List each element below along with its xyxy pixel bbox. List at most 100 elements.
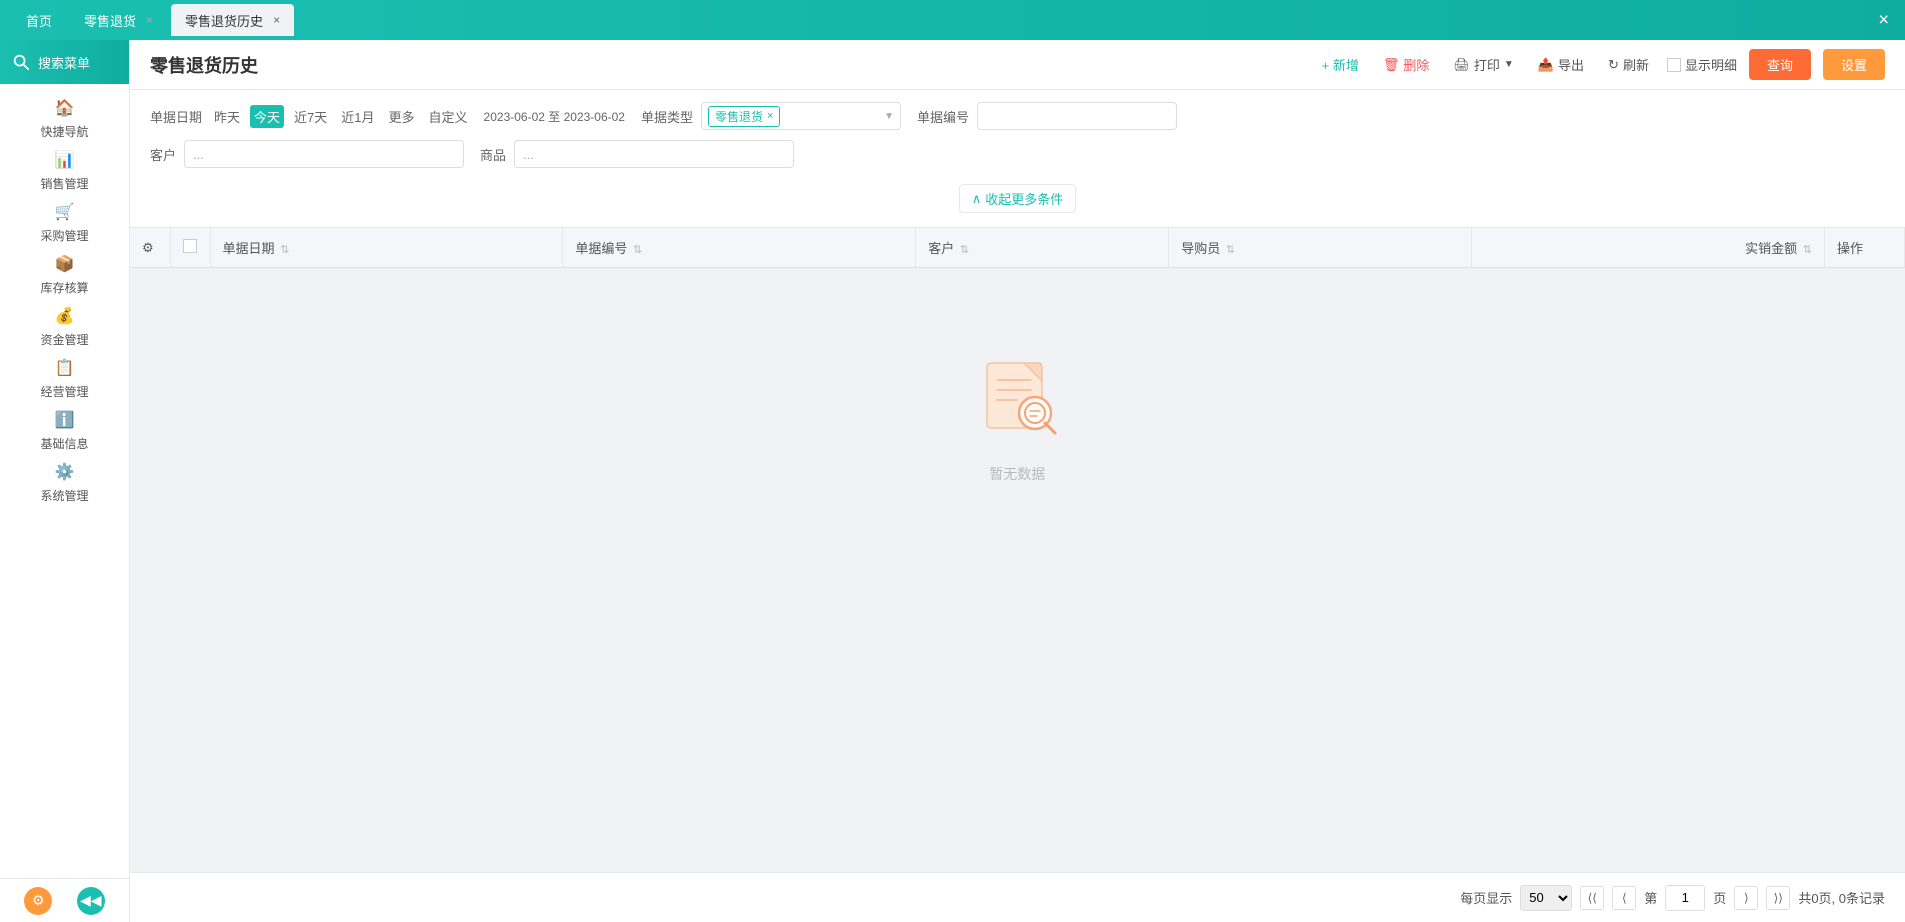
delete-button[interactable]: 🗑 删除: [1377, 51, 1436, 78]
th-doc-date[interactable]: 单据日期 ⇅: [210, 228, 563, 268]
th-settings[interactable]: ⚙: [130, 228, 170, 268]
system-icon: ⚙️: [54, 461, 76, 483]
tab-home[interactable]: 首页: [12, 4, 66, 36]
sidebar-bottom: ⚙ ◀◀: [0, 878, 129, 922]
basic-info-icon: ℹ️: [54, 409, 76, 431]
new-label: + 新增: [1322, 55, 1359, 74]
new-button[interactable]: + 新增: [1316, 51, 1365, 78]
refresh-icon: ↻: [1608, 57, 1619, 73]
export-icon: 📤: [1538, 57, 1554, 73]
settings-icon[interactable]: ⚙: [142, 240, 154, 255]
filter-area: 单据日期 昨天 今天 近7天 近1月 更多 自定义 2023-06-02 至 2…: [130, 90, 1905, 228]
tab-home-label: 首页: [26, 11, 52, 30]
table-area: ⚙ 单据日期 ⇅ 单据编号 ⇅: [130, 228, 1905, 872]
th-guide-sort-icon: ⇅: [1226, 244, 1235, 256]
date-shortcut-yesterday[interactable]: 昨天: [210, 105, 244, 128]
sidebar-item-finance-label: 资金管理: [40, 331, 88, 348]
collapse-filter-button[interactable]: ∧ 收起更多条件: [959, 184, 1077, 213]
print-arrow-icon: ▼: [1504, 59, 1514, 70]
display-detail-checkbox[interactable]: [1667, 58, 1681, 72]
th-guide-label: 导购员: [1181, 241, 1220, 256]
th-guide[interactable]: 导购员 ⇅: [1169, 228, 1472, 268]
date-filter-label: 单据日期: [150, 107, 202, 126]
print-button[interactable]: 🖨 打印 ▼: [1447, 51, 1519, 78]
sidebar-item-basic-info[interactable]: ℹ️ 基础信息: [0, 404, 129, 456]
date-shortcut-today[interactable]: 今天: [250, 105, 284, 128]
speaker-bottom-btn[interactable]: ◀◀: [77, 887, 105, 915]
filter-row-1: 单据日期 昨天 今天 近7天 近1月 更多 自定义 2023-06-02 至 2…: [150, 102, 1885, 130]
doc-no-filter-field: 单据编号: [917, 102, 1177, 130]
goods-filter-field: 商品 ...: [480, 140, 794, 168]
print-icon: 🖨: [1453, 57, 1470, 73]
th-amount-label: 实销金额: [1745, 241, 1797, 256]
tab-retail-return-close[interactable]: ×: [146, 13, 153, 27]
doc-type-tag-close[interactable]: ×: [767, 110, 773, 122]
sidebar-search-label: 搜索菜单: [38, 53, 90, 72]
page-title: 零售退货历史: [150, 52, 258, 78]
date-shortcuts: 昨天 今天 近7天 近1月 更多 自定义: [210, 105, 472, 128]
main-layout: 搜索菜单 🏠 快捷导航 📊 销售管理 🛒 采购管理 📦 库存核算 💰 资金管理: [0, 40, 1905, 922]
doc-type-tag[interactable]: 零售退货 ×: [708, 106, 780, 127]
prev-page-button[interactable]: ⟨: [1612, 886, 1636, 910]
sidebar-item-sales-mgmt-label: 销售管理: [40, 175, 88, 192]
tab-retail-return[interactable]: 零售退货 ×: [70, 4, 167, 36]
sidebar-item-inventory[interactable]: 📦 库存核算: [0, 248, 129, 300]
query-button[interactable]: 查询: [1749, 49, 1811, 80]
page-label-suffix: 页: [1713, 888, 1726, 907]
th-checkbox[interactable]: [170, 228, 210, 268]
sidebar-search[interactable]: 搜索菜单: [0, 40, 129, 84]
sidebar-item-inventory-label: 库存核算: [40, 279, 88, 296]
refresh-button[interactable]: ↻ 刷新: [1602, 51, 1655, 78]
sidebar-item-finance[interactable]: 💰 资金管理: [0, 300, 129, 352]
th-customer-label: 客户: [928, 241, 954, 256]
table-header-row: ⚙ 单据日期 ⇅ 单据编号 ⇅: [130, 228, 1905, 268]
empty-state-illustration: [967, 348, 1067, 448]
date-filter-field: 单据日期 昨天 今天 近7天 近1月 更多 自定义 2023-06-02 至 2…: [150, 105, 625, 128]
date-shortcut-custom[interactable]: 自定义: [425, 105, 472, 128]
date-range-display: 2023-06-02 至 2023-06-02: [484, 108, 625, 125]
doc-type-label: 单据类型: [641, 107, 693, 126]
doc-no-input[interactable]: [977, 102, 1177, 130]
th-customer[interactable]: 客户 ⇅: [916, 228, 1169, 268]
global-close-button[interactable]: ×: [1878, 10, 1889, 31]
tab-retail-return-history[interactable]: 零售退货历史 ×: [171, 4, 294, 36]
date-shortcut-last1m[interactable]: 近1月: [337, 105, 378, 128]
operations-icon: 📋: [54, 357, 76, 379]
doc-no-label: 单据编号: [917, 107, 969, 126]
export-button[interactable]: 📤 导出: [1532, 51, 1590, 78]
sidebar-item-system-mgmt[interactable]: ⚙️ 系统管理: [0, 456, 129, 508]
sidebar-item-operations[interactable]: 📋 经营管理: [0, 352, 129, 404]
delete-icon: 🗑: [1383, 57, 1400, 73]
last-page-button[interactable]: ⟩⟩: [1766, 886, 1790, 910]
search-icon: [12, 53, 30, 71]
th-doc-no-sort-icon: ⇅: [633, 244, 642, 256]
select-all-checkbox[interactable]: [183, 239, 197, 253]
sidebar-nav: 🏠 快捷导航 📊 销售管理 🛒 采购管理 📦 库存核算 💰 资金管理 📋: [0, 84, 129, 878]
sidebar-item-sales-mgmt[interactable]: 📊 销售管理: [0, 144, 129, 196]
th-actions-label: 操作: [1837, 241, 1863, 256]
collapse-icon: ∧: [972, 191, 982, 207]
home-icon: 🏠: [54, 97, 76, 119]
empty-row: 暂无数据: [130, 268, 1905, 565]
page-number-input[interactable]: [1665, 885, 1705, 911]
table-header: ⚙ 单据日期 ⇅ 单据编号 ⇅: [130, 228, 1905, 268]
total-records-label: 共0页, 0条记录: [1798, 888, 1885, 907]
th-doc-no-label: 单据编号: [575, 241, 627, 256]
tab-retail-return-history-close[interactable]: ×: [273, 13, 280, 27]
date-shortcut-more[interactable]: 更多: [385, 105, 419, 128]
sidebar-item-purchase-mgmt[interactable]: 🛒 采购管理: [0, 196, 129, 248]
sidebar-item-quick-nav[interactable]: 🏠 快捷导航: [0, 92, 129, 144]
setting-button[interactable]: 设置: [1823, 49, 1885, 80]
page-size-select[interactable]: 50 100 200: [1520, 885, 1572, 911]
next-page-button[interactable]: ⟩: [1734, 886, 1758, 910]
display-detail-toggle[interactable]: 显示明细: [1667, 55, 1737, 74]
filter-row-2: 客户 ... 商品 ...: [150, 140, 1885, 168]
first-page-button[interactable]: ⟨⟨: [1580, 886, 1604, 910]
sidebar-item-system-mgmt-label: 系统管理: [40, 487, 88, 504]
th-amount[interactable]: 实销金额 ⇅: [1472, 228, 1825, 268]
settings-bottom-btn[interactable]: ⚙: [24, 887, 52, 915]
th-doc-date-sort-icon: ⇅: [280, 244, 289, 256]
date-shortcut-last7[interactable]: 近7天: [290, 105, 331, 128]
th-doc-no[interactable]: 单据编号 ⇅: [563, 228, 916, 268]
doc-type-dropdown-icon[interactable]: ▼: [884, 111, 894, 122]
